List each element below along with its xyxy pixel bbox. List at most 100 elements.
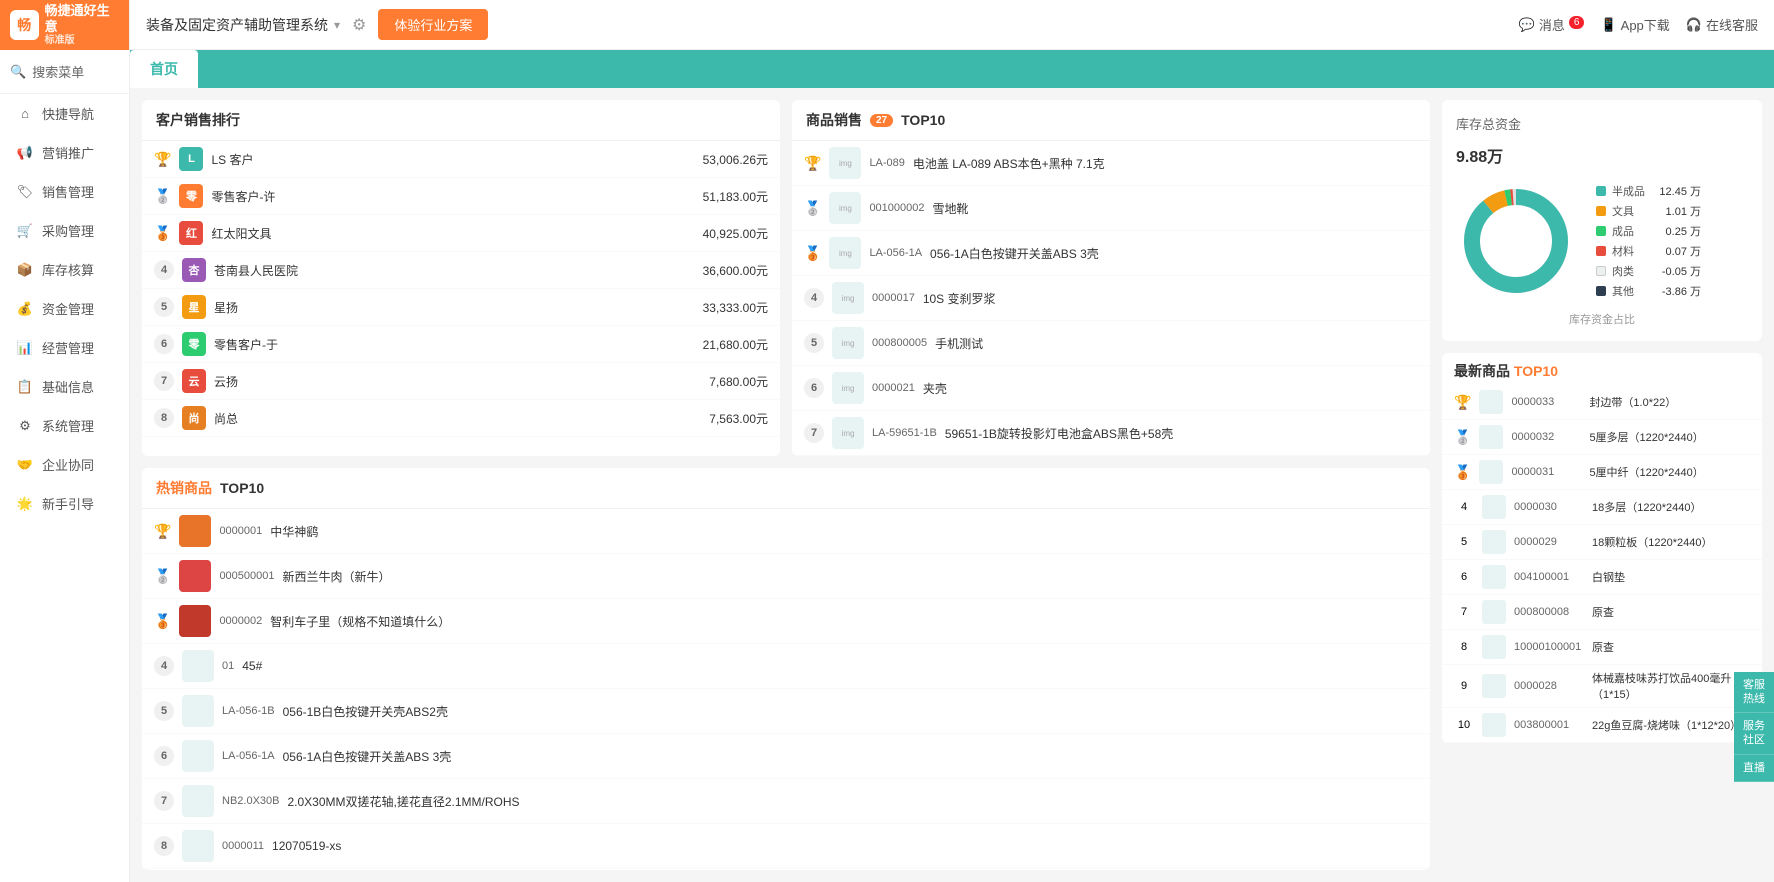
np-img-6 (1482, 565, 1506, 589)
np-code-8: 10000100001 (1514, 641, 1584, 653)
inventory-amount: 9.88万 (1456, 137, 1748, 169)
np-name-6: 白钢垫 (1592, 569, 1750, 585)
cooperation-icon: 🤝 (16, 456, 34, 474)
product-img-1: img (829, 147, 861, 179)
message-button[interactable]: 💬 消息 6 (1519, 15, 1585, 34)
gear-icon[interactable]: ⚙ (352, 15, 366, 35)
customer-avatar-8: 尚 (182, 406, 206, 430)
sidebar-item-guide[interactable]: 🌟 新手引导 (0, 484, 129, 523)
legend-item-stationery: 文具 1.01 万 (1596, 203, 1701, 219)
app-download-button[interactable]: 📱 App下载 (1600, 15, 1669, 34)
info-icon: 📋 (16, 378, 34, 396)
np-code-10: 003800001 (1514, 719, 1584, 731)
new-product-row-7: 7 000800008 原查 (1442, 595, 1762, 630)
app-download-label: App下载 (1621, 15, 1670, 34)
product-row-7: 7 img LA-59651-1B 59651-1B旋转投影灯电池盒ABS黑色+… (792, 411, 1430, 456)
hot-product-img-3 (179, 605, 211, 637)
legend-dot-semifinished (1596, 186, 1606, 196)
new-product-row-4: 4 0000030 18多层（1220*2440） (1442, 490, 1762, 525)
sidebar-item-cooperation[interactable]: 🤝 企业协同 (0, 445, 129, 484)
float-live[interactable]: 直播 (1734, 755, 1774, 782)
product-img-3: img (829, 237, 861, 269)
right-column: 库存总资金 9.88万 (1442, 100, 1762, 870)
sidebar-item-operations[interactable]: 📊 经营管理 (0, 328, 129, 367)
home-icon: ⌂ (16, 105, 34, 123)
new-products-title-area: 最新商品 TOP10 (1442, 353, 1762, 385)
new-products-card: 最新商品 TOP10 🏆 0000033 封边带（1.0*22） 🥈 00000… (1442, 353, 1762, 743)
system-selector[interactable]: 装备及固定资产辅助管理系统 ▾ (146, 15, 340, 35)
middle-column: 客户销售排行 🏆 L LS 客户 53,006.26元 🥈 零 零售客户-许 (142, 100, 1430, 870)
customer-amount-2: 51,183.00元 (703, 188, 768, 205)
new-products-list: 🏆 0000033 封边带（1.0*22） 🥈 0000032 5厘多层（122… (1442, 385, 1762, 743)
donut-chart-container: 半成品 12.45 万 文具 1.01 万 成品 0.25 万 (1456, 181, 1748, 311)
tab-home[interactable]: 首页 (130, 50, 198, 88)
legend-item-semifinished: 半成品 12.45 万 (1596, 183, 1701, 199)
product-img-6: img (832, 372, 864, 404)
rank-num-icon-3: 🥉 (154, 225, 171, 242)
hot-products-header: 热销商品 TOP10 (142, 468, 1430, 509)
app-logo: 畅 畅捷通好生意 标准版 (0, 0, 129, 50)
inventory-legend: 半成品 12.45 万 文具 1.01 万 成品 0.25 万 (1596, 183, 1701, 299)
hot-product-img-5 (182, 695, 214, 727)
rank-num-hp-7: 7 (154, 791, 174, 811)
legend-value-material: 0.07 万 (1651, 243, 1701, 259)
legend-value-stationery: 1.01 万 (1651, 203, 1701, 219)
hot-product-code-4: 01 (222, 660, 234, 672)
new-product-row-2: 🥈 0000032 5厘多层（1220*2440） (1442, 420, 1762, 455)
rank-num-4: 4 (154, 260, 174, 280)
sidebar-item-label: 新手引导 (42, 494, 94, 513)
trophy-gold-icon: 🏆 (804, 155, 821, 172)
sidebar-item-sales[interactable]: 🏷 销售管理 (0, 172, 129, 211)
product-name-1: 电池盖 LA-089 ABS本色+黑种 7.1克 (913, 155, 1105, 172)
customer-name-1: LS 客户 (211, 151, 694, 168)
hot-product-row-1: 🏆 0000001 中华神鹞 (142, 509, 1430, 554)
customer-amount-1: 53,006.26元 (703, 151, 768, 168)
sidebar-item-label: 库存核算 (42, 260, 94, 279)
hot-product-img-1 (179, 515, 211, 547)
hot-product-row-7: 7 NB2.0X30B 2.0X30MM双搓花轴,搓花直径2.1MM/ROHS (142, 779, 1430, 824)
product-name-6: 夹壳 (923, 380, 947, 397)
np-name-7: 原查 (1592, 604, 1750, 620)
sidebar-item-label: 销售管理 (42, 182, 94, 201)
np-name-1: 封边带（1.0*22） (1589, 394, 1750, 410)
customer-avatar-7: 云 (182, 369, 206, 393)
rank-row-2: 🥈 零 零售客户-许 51,183.00元 (142, 178, 780, 215)
customer-rank-title: 客户销售排行 (156, 110, 240, 130)
sidebar-item-purchase[interactable]: 🛒 采购管理 (0, 211, 129, 250)
hot-products-subtitle: TOP10 (220, 480, 264, 496)
sidebar-item-system[interactable]: ⚙ 系统管理 (0, 406, 129, 445)
float-customer-service[interactable]: 客服热线 (1734, 672, 1774, 714)
sidebar-item-label: 营销推广 (42, 143, 94, 162)
sidebar-item-finance[interactable]: 💰 资金管理 (0, 289, 129, 328)
app-subtitle: 标准版 (45, 35, 119, 47)
np-rank-4: 4 (1454, 501, 1474, 513)
sidebar-item-marketing[interactable]: 📢 营销推广 (0, 133, 129, 172)
trophy-np-2: 🥈 (1454, 429, 1471, 446)
sidebar-item-inventory[interactable]: 📦 库存核算 (0, 250, 129, 289)
legend-dot-meat (1596, 266, 1606, 276)
sidebar-item-label: 企业协同 (42, 455, 94, 474)
legend-item-finished: 成品 0.25 万 (1596, 223, 1701, 239)
customer-amount-3: 40,925.00元 (703, 225, 768, 242)
hot-product-name-3: 智利车子里（规格不知道填什么） (270, 613, 450, 630)
inventory-title: 库存总资金 (1456, 114, 1748, 133)
np-name-10: 22g鱼豆腐-烧烤味（1*12*20） (1592, 717, 1750, 733)
new-product-row-1: 🏆 0000033 封边带（1.0*22） (1442, 385, 1762, 420)
np-code-5: 0000029 (1514, 536, 1584, 548)
rank-row-3: 🥉 红 红太阳文具 40,925.00元 (142, 215, 780, 252)
sidebar-item-basic-info[interactable]: 📋 基础信息 (0, 367, 129, 406)
legend-value-finished: 0.25 万 (1651, 223, 1701, 239)
hot-product-row-6: 6 LA-056-1A 056-1A白色按键开关盖ABS 3壳 (142, 734, 1430, 779)
search-menu-button[interactable]: 🔍 搜索菜单 (10, 58, 119, 85)
rank-num-hp-8: 8 (154, 836, 174, 856)
np-name-9: 体械嘉枝味苏打饮品400毫升（1*15） (1592, 670, 1750, 702)
hot-product-code-7: NB2.0X30B (222, 795, 279, 807)
online-service-button[interactable]: 🎧 在线客服 (1686, 15, 1758, 34)
trial-button[interactable]: 体验行业方案 (378, 9, 488, 40)
np-code-7: 000800008 (1514, 606, 1584, 618)
np-rank-10: 10 (1454, 719, 1474, 731)
legend-value-other: -3.86 万 (1651, 283, 1701, 299)
sidebar-item-quick-nav[interactable]: ⌂ 快捷导航 (0, 94, 129, 133)
rank-num-8: 8 (154, 408, 174, 428)
float-service-community[interactable]: 服务社区 (1734, 713, 1774, 755)
